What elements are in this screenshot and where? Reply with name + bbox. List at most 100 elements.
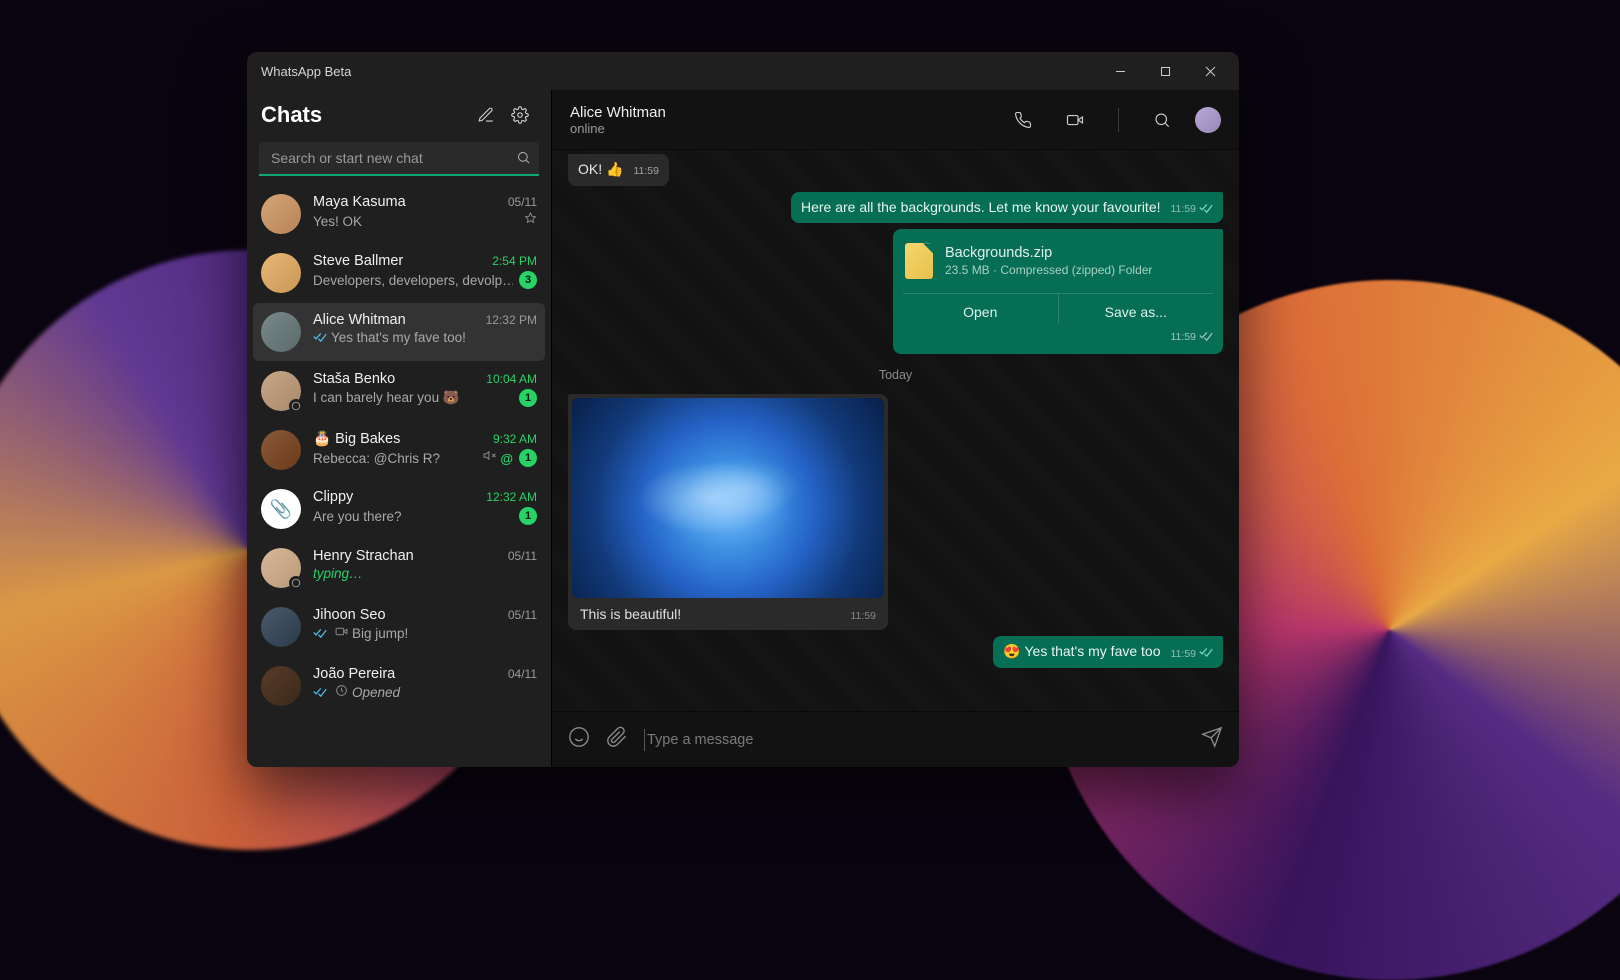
avatar — [261, 607, 301, 647]
chat-time: 9:32 AM — [493, 432, 537, 446]
zip-file-icon — [905, 243, 933, 279]
unread-badge: 1 — [519, 389, 537, 407]
close-button[interactable] — [1188, 52, 1233, 90]
chat-preview: Big jump! — [313, 625, 537, 641]
search-icon — [516, 150, 531, 170]
titlebar: WhatsApp Beta — [247, 52, 1239, 90]
avatar — [261, 430, 301, 470]
chat-name: Steve Ballmer — [313, 253, 484, 269]
minimize-button[interactable] — [1098, 52, 1143, 90]
chat-name: Maya Kasuma — [313, 194, 500, 210]
chat-time: 12:32 AM — [486, 490, 537, 504]
unread-badge: 1 — [519, 449, 537, 467]
avatar — [261, 253, 301, 293]
read-receipt-icon — [313, 330, 327, 345]
status-ring-icon — [289, 576, 303, 590]
status-ring-icon — [289, 399, 303, 413]
contact-status: online — [570, 121, 990, 136]
message-image[interactable]: This is beautiful!11:59 — [568, 394, 1223, 630]
voice-call-button[interactable] — [1006, 103, 1040, 137]
chat-item[interactable]: 🎂 Big Bakes 9:32 AM Rebecca: @Chris R? @1 — [253, 421, 545, 479]
chat-time: 10:04 AM — [486, 372, 537, 386]
chat-name: João Pereira — [313, 666, 500, 682]
chat-name: 🎂 Big Bakes — [313, 430, 485, 447]
composer — [552, 711, 1239, 767]
read-receipt-icon — [313, 685, 327, 700]
chat-time: 2:54 PM — [492, 254, 537, 268]
chat-item[interactable]: Jihoon Seo 05/11 Big jump! — [253, 598, 545, 656]
file-meta: 23.5 MB · Compressed (zipped) Folder — [945, 263, 1152, 277]
send-button[interactable] — [1201, 726, 1223, 753]
chat-preview: Yes that's my fave too! — [313, 330, 537, 345]
conversation-panel: Alice Whitman online OK! 👍11:59 Here are… — [552, 90, 1239, 767]
chat-preview: typing… — [313, 566, 537, 581]
read-receipt-icon — [1199, 646, 1213, 662]
image-thumbnail[interactable] — [572, 398, 884, 598]
chat-name: Alice Whitman — [313, 312, 478, 328]
settings-button[interactable] — [503, 98, 537, 132]
message-out[interactable]: Here are all the backgrounds. Let me kno… — [568, 192, 1223, 224]
video-call-button[interactable] — [1058, 103, 1092, 137]
chat-time: 05/11 — [508, 549, 537, 563]
file-open-button[interactable]: Open — [903, 294, 1059, 324]
chat-list: Maya Kasuma 05/11 Yes! OK Steve Ballmer 2:54… — [247, 184, 551, 767]
chat-time: 05/11 — [508, 608, 537, 622]
message-file[interactable]: Backgrounds.zip 23.5 MB · Compressed (zi… — [568, 229, 1223, 354]
search-input[interactable] — [259, 142, 539, 176]
read-receipt-icon — [1199, 202, 1213, 218]
chat-preview: I can barely hear you 🐻 — [313, 390, 513, 406]
message-out[interactable]: 😍 Yes that's my fave too11:59 — [568, 636, 1223, 668]
chat-header: Alice Whitman online — [552, 90, 1239, 150]
chat-time: 05/11 — [508, 195, 537, 209]
search-in-chat-button[interactable] — [1145, 103, 1179, 137]
chat-preview: Rebecca: @Chris R? — [313, 451, 479, 466]
chat-preview: Opened — [313, 684, 537, 700]
unread-badge: 1 — [519, 507, 537, 525]
chat-item[interactable]: Maya Kasuma 05/11 Yes! OK — [253, 185, 545, 243]
file-save-button[interactable]: Save as... — [1059, 294, 1214, 324]
mention-icon: @ — [500, 451, 513, 466]
chat-item[interactable]: Steve Ballmer 2:54 PM Developers, develope… — [253, 244, 545, 302]
avatar — [261, 194, 301, 234]
avatar — [261, 371, 301, 411]
new-chat-button[interactable] — [469, 98, 503, 132]
sidebar-heading: Chats — [261, 102, 469, 128]
chat-item[interactable]: Henry Strachan 05/11 typing… — [253, 539, 545, 597]
read-receipt-icon — [313, 626, 327, 641]
unread-badge: 3 — [519, 271, 537, 289]
chat-name: Clippy — [313, 489, 478, 505]
chat-preview: Developers, developers, devolp… — [313, 273, 513, 288]
chat-name: Jihoon Seo — [313, 607, 500, 623]
file-name: Backgrounds.zip — [945, 245, 1152, 261]
chat-preview: Yes! OK — [313, 214, 520, 229]
avatar — [261, 548, 301, 588]
chat-item[interactable]: 📎 Clippy 12:32 AM Are you there? 1 — [253, 480, 545, 538]
app-title: WhatsApp Beta — [261, 64, 351, 79]
chat-item[interactable]: Alice Whitman 12:32 PM Yes that's my fave… — [253, 303, 545, 361]
attach-button[interactable] — [606, 726, 628, 753]
avatar: 📎 — [261, 489, 301, 529]
chat-name: Henry Strachan — [313, 548, 500, 564]
maximize-button[interactable] — [1143, 52, 1188, 90]
chat-preview: Are you there? — [313, 509, 513, 524]
profile-avatar[interactable] — [1195, 107, 1221, 133]
chat-item[interactable]: Staša Benko 10:04 AM I can barely hear you… — [253, 362, 545, 420]
avatar — [261, 312, 301, 352]
pin-icon — [524, 212, 537, 230]
message-in[interactable]: OK! 👍11:59 — [568, 154, 1223, 186]
chat-name: Staša Benko — [313, 371, 478, 387]
chat-time: 04/11 — [508, 667, 537, 681]
mute-icon — [483, 449, 496, 467]
header-divider — [1118, 108, 1119, 132]
video-icon — [335, 625, 348, 641]
contact-name: Alice Whitman — [570, 104, 990, 121]
message-input[interactable] — [644, 729, 1185, 751]
read-receipt-icon — [1199, 330, 1213, 344]
messages: OK! 👍11:59 Here are all the backgrounds.… — [552, 150, 1239, 711]
app-window: WhatsApp Beta Chats Maya Kasuma 05/11 Yes!… — [247, 52, 1239, 767]
sidebar: Chats Maya Kasuma 05/11 Yes! OK Steve Ballm… — [247, 90, 552, 767]
emoji-button[interactable] — [568, 726, 590, 753]
chat-time: 12:32 PM — [486, 313, 537, 327]
opened-icon — [335, 684, 348, 700]
chat-item[interactable]: João Pereira 04/11 Opened — [253, 657, 545, 715]
